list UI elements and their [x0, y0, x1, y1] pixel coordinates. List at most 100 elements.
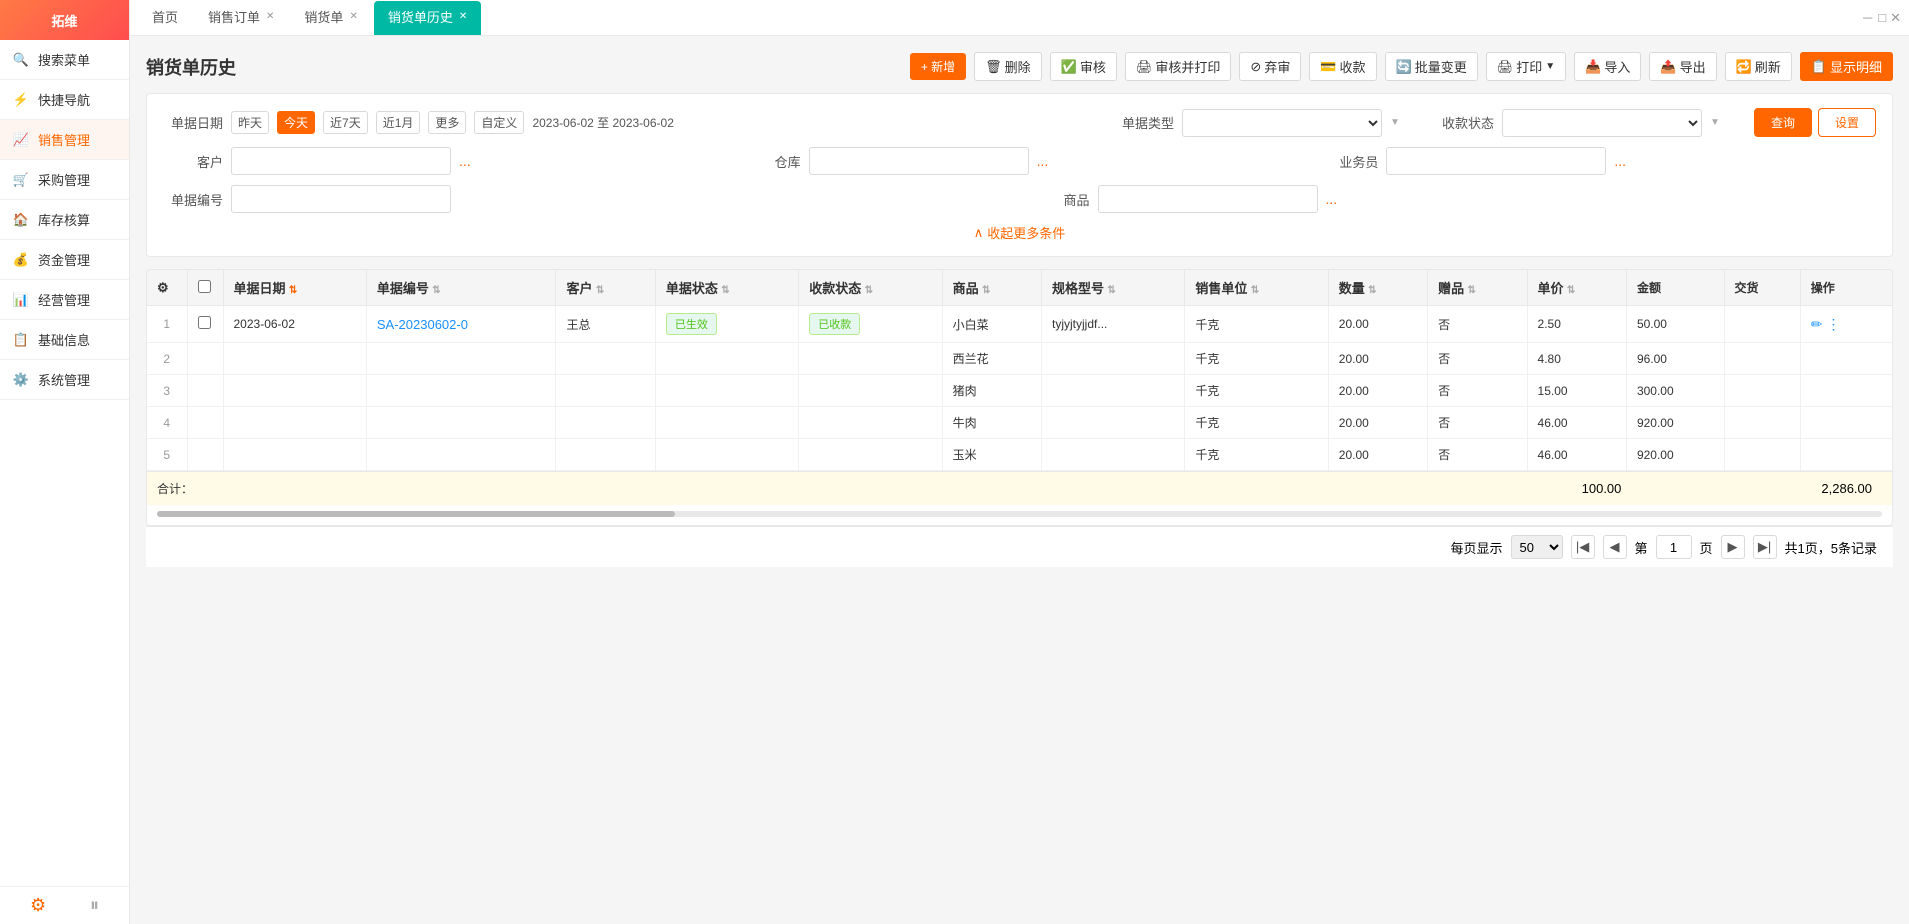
last-page-button[interactable]: ▶|: [1753, 535, 1777, 559]
sidebar-item-inventory[interactable]: 🏠 库存核算: [0, 200, 129, 240]
tab-sales-goods[interactable]: 销货单 ✕: [290, 1, 371, 35]
col-price[interactable]: 单价 ⇅: [1527, 270, 1626, 306]
doc-type-select[interactable]: [1182, 109, 1382, 137]
sidebar-collapse-icon[interactable]: ⏸: [90, 895, 99, 916]
col-doc-date[interactable]: 单据日期 ⇅: [223, 270, 366, 306]
doc-num-link[interactable]: SA-20230602-0: [377, 317, 468, 332]
sort-gift-icon[interactable]: ⇅: [1468, 285, 1476, 296]
print-button[interactable]: 🖨 打印 ▼: [1486, 52, 1566, 81]
warehouse-ellipsis[interactable]: ...: [1037, 153, 1049, 169]
sidebar-item-system[interactable]: ⚙️ 系统管理: [0, 360, 129, 400]
sidebar-item-operations[interactable]: 📊 经营管理: [0, 280, 129, 320]
sort-customer-icon[interactable]: ⇅: [596, 285, 604, 296]
date-btn-today[interactable]: 今天: [277, 111, 315, 134]
audit-button[interactable]: ✅ 审核: [1050, 52, 1117, 81]
table-gear-icon[interactable]: ⚙: [157, 280, 169, 295]
sort-doc-date-icon[interactable]: ⇅: [289, 285, 297, 296]
col-unit[interactable]: 销售单位 ⇅: [1185, 270, 1328, 306]
date-btn-more[interactable]: 更多: [428, 111, 466, 134]
status-badge: 已收款: [809, 313, 860, 335]
col-gift[interactable]: 赠品 ⇅: [1428, 270, 1527, 306]
date-btn-yesterday[interactable]: 昨天: [231, 111, 269, 134]
first-page-button[interactable]: |◀: [1571, 535, 1595, 559]
sort-price-icon[interactable]: ⇅: [1567, 285, 1575, 296]
goods-input[interactable]: [1098, 185, 1318, 213]
cell-transaction: [1724, 343, 1800, 375]
new-button[interactable]: + 新增: [910, 53, 966, 80]
cell-qty: 20.00: [1328, 375, 1427, 407]
delete-button[interactable]: 🗑 删除: [974, 52, 1042, 81]
cell-action: [1800, 407, 1892, 439]
col-payment-status[interactable]: 收款状态 ⇅: [799, 270, 942, 306]
tab-close-sales-order[interactable]: ✕: [266, 12, 274, 22]
page-title: 销货单历史: [146, 54, 236, 80]
customer-input[interactable]: [231, 147, 451, 175]
export-button[interactable]: 📤 导出: [1649, 52, 1716, 81]
import-button[interactable]: 📥 导入: [1574, 52, 1641, 81]
refresh-button[interactable]: 🔁 刷新: [1725, 52, 1792, 81]
customer-ellipsis[interactable]: ...: [459, 153, 471, 169]
collapse-button[interactable]: ∧ 收起更多条件: [163, 223, 1876, 242]
settings-button[interactable]: 设置: [1818, 108, 1876, 137]
tab-closeall-icon[interactable]: ✕: [1890, 10, 1901, 26]
col-qty[interactable]: 数量 ⇅: [1328, 270, 1427, 306]
col-goods[interactable]: 商品 ⇅: [942, 270, 1041, 306]
next-page-button[interactable]: ▶: [1721, 535, 1745, 559]
col-doc-num[interactable]: 单据编号 ⇅: [366, 270, 556, 306]
col-doc-status[interactable]: 单据状态 ⇅: [655, 270, 798, 306]
sidebar-item-basic-info[interactable]: 📋 基础信息: [0, 320, 129, 360]
col-customer[interactable]: 客户 ⇅: [556, 270, 655, 306]
edit-action-icon[interactable]: ✏: [1811, 316, 1823, 332]
warehouse-filter-group: 仓库 ...: [741, 147, 1299, 175]
tab-minimize-icon[interactable]: －: [1861, 8, 1874, 27]
date-btn-custom[interactable]: 自定义: [474, 111, 524, 134]
sidebar-item-search-menu[interactable]: 🔍 搜索菜单: [0, 40, 129, 80]
sort-doc-status-icon[interactable]: ⇅: [721, 285, 729, 296]
tab-close-sales-history[interactable]: ✕: [459, 12, 467, 22]
abandon-button[interactable]: ⊘ 弃审: [1239, 52, 1301, 81]
sidebar-item-purchase-mgmt[interactable]: 🛒 采购管理: [0, 160, 129, 200]
sort-goods-icon[interactable]: ⇅: [982, 285, 990, 296]
tab-maximize-icon[interactable]: □: [1878, 10, 1886, 25]
sidebar-settings-icon[interactable]: ⚙: [30, 895, 46, 916]
cell-customer: [556, 439, 655, 471]
goods-ellipsis[interactable]: ...: [1326, 191, 1338, 207]
scrollbar-thumb[interactable]: [157, 511, 675, 517]
salesperson-input[interactable]: [1386, 147, 1606, 175]
sort-doc-num-icon[interactable]: ⇅: [432, 285, 440, 296]
col-spec[interactable]: 规格型号 ⇅: [1042, 270, 1185, 306]
row-checkbox[interactable]: [198, 316, 211, 329]
show-detail-button[interactable]: 📋 显示明细: [1800, 52, 1893, 81]
query-button[interactable]: 查询: [1754, 108, 1812, 137]
audit-print-button[interactable]: 🖨 审核并打印: [1125, 52, 1232, 81]
data-table: ⚙ 单据日期 ⇅ 单据编号 ⇅: [147, 270, 1892, 471]
tab-close-sales-goods[interactable]: ✕: [349, 12, 357, 22]
payment-status-select[interactable]: [1502, 109, 1702, 137]
tab-sales-order[interactable]: 销售订单 ✕: [194, 1, 288, 35]
docnum-input[interactable]: [231, 185, 451, 213]
col-action: 操作: [1800, 270, 1892, 306]
sort-unit-icon[interactable]: ⇅: [1251, 285, 1259, 296]
more-action-icon[interactable]: ⋮: [1826, 316, 1840, 332]
sort-qty-icon[interactable]: ⇅: [1368, 285, 1376, 296]
col-gear[interactable]: ⚙: [147, 270, 187, 306]
date-btn-7days[interactable]: 近7天: [323, 111, 368, 134]
tab-sales-history[interactable]: 销货单历史 ✕: [374, 1, 481, 35]
sidebar-item-quick-nav[interactable]: ⚡ 快捷导航: [0, 80, 129, 120]
batch-change-button[interactable]: 🔄 批量变更: [1385, 52, 1478, 81]
sort-spec-icon[interactable]: ⇅: [1107, 285, 1115, 296]
page-number-input[interactable]: [1656, 535, 1692, 559]
select-all-checkbox[interactable]: [198, 280, 211, 293]
warehouse-input[interactable]: [809, 147, 1029, 175]
sidebar-item-finance[interactable]: 💰 资金管理: [0, 240, 129, 280]
cell-doc-date: [223, 439, 366, 471]
sidebar-item-sales-mgmt[interactable]: 📈 销售管理: [0, 120, 129, 160]
sort-payment-status-icon[interactable]: ⇅: [865, 285, 873, 296]
horizontal-scrollbar[interactable]: [157, 511, 1882, 517]
tab-home[interactable]: 首页: [138, 1, 192, 35]
per-page-select[interactable]: 50 100: [1511, 535, 1563, 559]
salesperson-ellipsis[interactable]: ...: [1614, 153, 1626, 169]
prev-page-button[interactable]: ◀: [1603, 535, 1627, 559]
date-btn-1month[interactable]: 近1月: [376, 111, 421, 134]
collect-button[interactable]: 💳 收款: [1309, 52, 1376, 81]
